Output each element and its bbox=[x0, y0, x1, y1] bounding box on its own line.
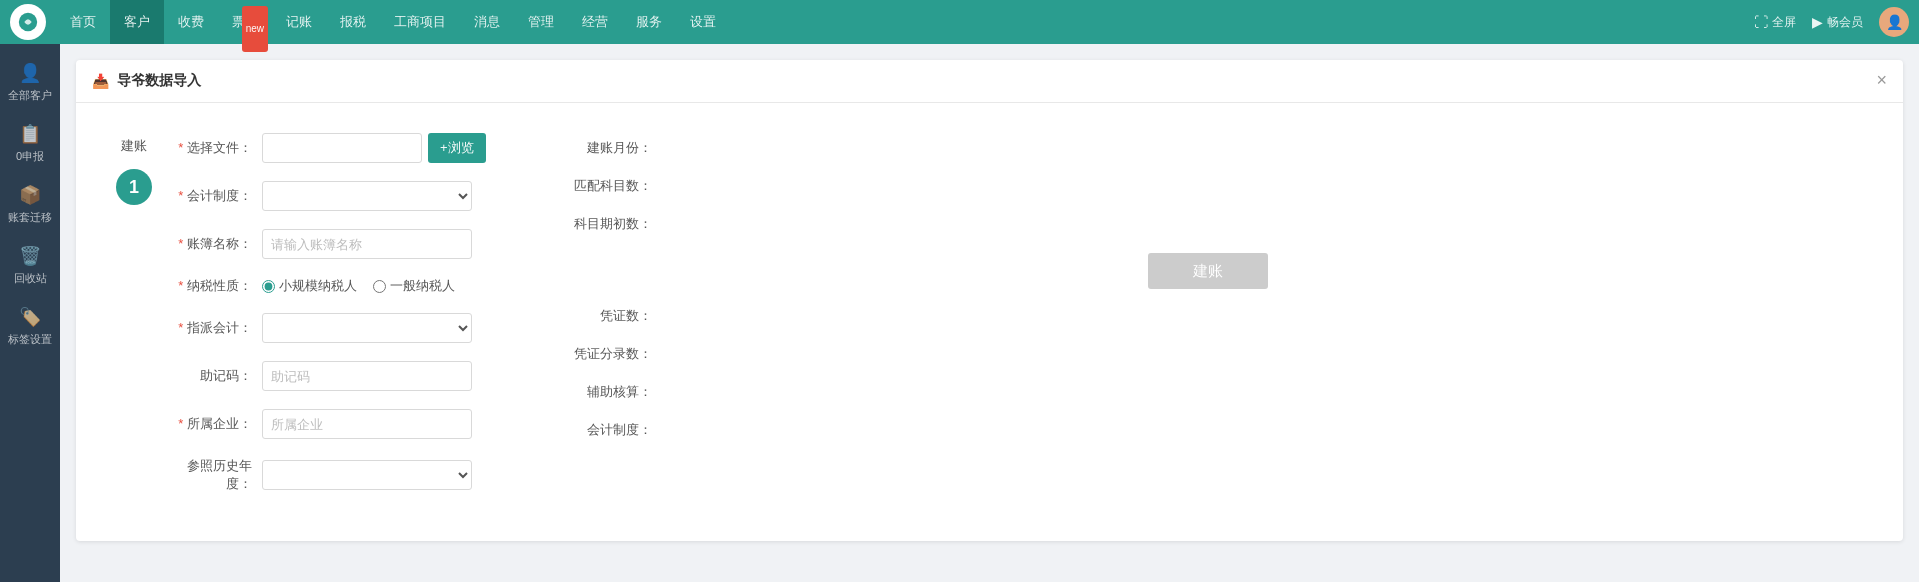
zero-declare-icon: 📋 bbox=[19, 123, 41, 145]
import-dialog-card: 📥 导爷数据导入 × 建账 1 选择文件： bbox=[76, 60, 1903, 541]
nav-item-bookkeeping[interactable]: 记账 bbox=[272, 0, 326, 44]
select-file-input[interactable] bbox=[262, 133, 422, 163]
recycle-icon: 🗑️ bbox=[19, 245, 41, 267]
subject-initial-label: 科目期初数： bbox=[552, 215, 652, 233]
accounting-system-label: 会计制度： bbox=[172, 187, 252, 205]
sidebar-item-tags[interactable]: 🏷️ 标签设置 bbox=[0, 298, 60, 355]
accounting-system2-label: 会计制度： bbox=[552, 421, 652, 439]
sidebar: 👤 全部客户 📋 0申报 📦 账套迁移 🗑️ 回收站 🏷️ 标签设置 bbox=[0, 44, 60, 582]
nav-item-fees[interactable]: 收费 bbox=[164, 0, 218, 44]
accountant-label: 指派会计： bbox=[172, 319, 252, 337]
nav-item-customer[interactable]: 客户 bbox=[110, 0, 164, 44]
ledger-name-label: 账簿名称： bbox=[172, 235, 252, 253]
voucher-entries-row: 凭证分录数： bbox=[552, 345, 1863, 363]
accounting-system2-row: 会计制度： bbox=[552, 421, 1863, 439]
tax-type-radio-group: 小规模纳税人 一般纳税人 bbox=[262, 277, 455, 295]
nav-item-bizproject[interactable]: 工商项目 bbox=[380, 0, 460, 44]
top-navigation: 首页 客户 收费 票据 new 记账 报税 工商项目 消息 管理 经营 服务 设… bbox=[0, 0, 1919, 44]
fullscreen-button[interactable]: ⛶ 全屏 bbox=[1754, 14, 1796, 31]
nav-menu: 首页 客户 收费 票据 new 记账 报税 工商项目 消息 管理 经营 服务 设… bbox=[56, 0, 1754, 44]
company-input[interactable] bbox=[262, 409, 472, 439]
accounting-system-select[interactable] bbox=[262, 181, 472, 211]
accountant-row: 指派会计： bbox=[172, 313, 512, 343]
ledger-name-row: 账簿名称： bbox=[172, 229, 512, 259]
nav-right-section: ⛶ 全屏 ▶ 畅会员 👤 bbox=[1754, 7, 1909, 37]
voucher-count-label: 凭证数： bbox=[552, 307, 652, 325]
nav-item-manage[interactable]: 管理 bbox=[514, 0, 568, 44]
form-right-section: 建账月份： 匹配科目数： 科目期初数： 建账 bbox=[552, 133, 1863, 511]
memo-code-row: 助记码： bbox=[172, 361, 512, 391]
nav-item-home[interactable]: 首页 bbox=[56, 0, 110, 44]
history-year-row: 参照历史年度： bbox=[172, 457, 512, 493]
close-button[interactable]: × bbox=[1876, 70, 1887, 91]
nav-item-settings[interactable]: 设置 bbox=[676, 0, 730, 44]
card-header: 📥 导爷数据导入 bbox=[76, 60, 1903, 103]
sidebar-item-all-customers[interactable]: 👤 全部客户 bbox=[0, 54, 60, 111]
account-migrate-icon: 📦 bbox=[19, 184, 41, 206]
browse-button[interactable]: +浏览 bbox=[428, 133, 486, 163]
nav-item-messages[interactable]: 消息 bbox=[460, 0, 514, 44]
subject-initial-row: 科目期初数： bbox=[552, 215, 1863, 233]
main-content-area: 📥 导爷数据导入 × 建账 1 选择文件： bbox=[60, 44, 1919, 582]
vip-icon: ▶ bbox=[1812, 14, 1823, 30]
match-subjects-label: 匹配科目数： bbox=[552, 177, 652, 195]
fullscreen-icon: ⛶ bbox=[1754, 14, 1768, 30]
build-month-label: 建账月份： bbox=[552, 139, 652, 157]
sidebar-item-account-migrate[interactable]: 📦 账套迁移 bbox=[0, 176, 60, 233]
form-fields: 选择文件： +浏览 会计制度： bbox=[172, 133, 512, 511]
ledger-name-input[interactable] bbox=[262, 229, 472, 259]
build-btn-container: 建账 bbox=[552, 253, 1863, 289]
sidebar-item-zero-declare[interactable]: 📋 0申报 bbox=[0, 115, 60, 172]
main-layout: 👤 全部客户 📋 0申报 📦 账套迁移 🗑️ 回收站 🏷️ 标签设置 📥 导爷数… bbox=[0, 44, 1919, 582]
step-badge: 1 bbox=[116, 169, 152, 205]
all-customers-icon: 👤 bbox=[19, 62, 41, 84]
form-area: 建账 1 选择文件： +浏览 bbox=[76, 103, 1903, 541]
sidebar-item-recycle[interactable]: 🗑️ 回收站 bbox=[0, 237, 60, 294]
build-month-row: 建账月份： bbox=[552, 139, 1863, 157]
voucher-entries-label: 凭证分录数： bbox=[552, 345, 652, 363]
history-year-select[interactable] bbox=[262, 460, 472, 490]
company-label: 所属企业： bbox=[172, 415, 252, 433]
build-account-button[interactable]: 建账 bbox=[1148, 253, 1268, 289]
accountant-select[interactable] bbox=[262, 313, 472, 343]
history-year-label: 参照历史年度： bbox=[172, 457, 252, 493]
tax-type-row: 纳税性质： 小规模纳税人 一般纳税人 bbox=[172, 277, 512, 295]
match-subjects-row: 匹配科目数： bbox=[552, 177, 1863, 195]
aux-account-label: 辅助核算： bbox=[552, 383, 652, 401]
avatar[interactable]: 👤 bbox=[1879, 7, 1909, 37]
card-title: 导爷数据导入 bbox=[117, 72, 201, 90]
general-taxpayer-option[interactable]: 一般纳税人 bbox=[373, 277, 455, 295]
import-icon: 📥 bbox=[92, 73, 109, 89]
nav-item-operation[interactable]: 经营 bbox=[568, 0, 622, 44]
app-logo[interactable] bbox=[10, 4, 46, 40]
accounting-system-row: 会计制度： bbox=[172, 181, 512, 211]
tags-icon: 🏷️ bbox=[19, 306, 41, 328]
memo-code-input[interactable] bbox=[262, 361, 472, 391]
build-account-label: 建账 bbox=[121, 137, 147, 155]
select-file-label: 选择文件： bbox=[172, 139, 252, 157]
voucher-count-row: 凭证数： bbox=[552, 307, 1863, 325]
form-left-section: 建账 1 选择文件： +浏览 bbox=[116, 133, 512, 511]
company-row: 所属企业： bbox=[172, 409, 512, 439]
nav-item-bills[interactable]: 票据 new bbox=[218, 0, 272, 44]
new-badge: new bbox=[242, 6, 268, 52]
aux-account-row: 辅助核算： bbox=[552, 383, 1863, 401]
memo-code-label: 助记码： bbox=[172, 367, 252, 385]
small-taxpayer-option[interactable]: 小规模纳税人 bbox=[262, 277, 357, 295]
tax-type-label: 纳税性质： bbox=[172, 277, 252, 295]
nav-item-tax[interactable]: 报税 bbox=[326, 0, 380, 44]
nav-item-service[interactable]: 服务 bbox=[622, 0, 676, 44]
select-file-row: 选择文件： +浏览 bbox=[172, 133, 512, 163]
vip-button[interactable]: ▶ 畅会员 bbox=[1812, 14, 1863, 31]
